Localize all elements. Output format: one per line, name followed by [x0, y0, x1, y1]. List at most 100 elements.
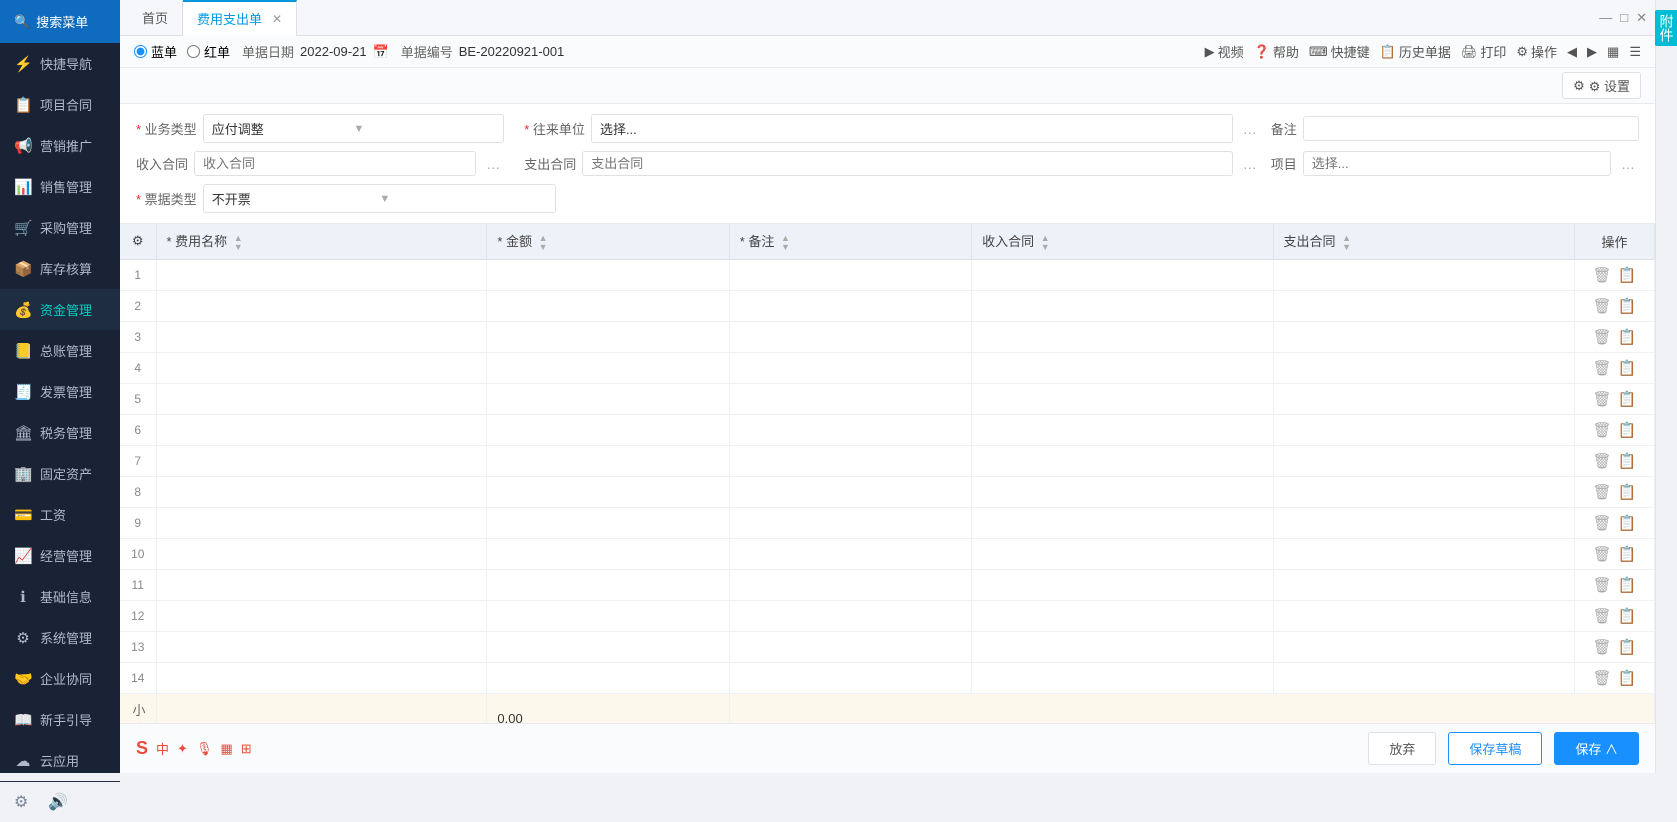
cell-note[interactable]	[729, 662, 971, 693]
cell-expense-name[interactable]	[156, 600, 487, 631]
cell-income-contract[interactable]	[972, 414, 1273, 445]
sidebar-item-payroll[interactable]: 💳工资	[0, 494, 120, 535]
cell-amount[interactable]	[487, 538, 729, 569]
col-note-sort[interactable]: ▲▼	[781, 234, 790, 252]
nav-prev[interactable]: ◀	[1567, 44, 1577, 60]
copy-icon[interactable]: 📋	[1618, 390, 1637, 408]
cell-expense-contract[interactable]	[1273, 476, 1574, 507]
cell-amount[interactable]	[487, 662, 729, 693]
delete-icon[interactable]: 🗑	[1593, 669, 1612, 687]
expense-contract-input[interactable]	[582, 151, 1232, 176]
sidebar-item-quick-nav[interactable]: ⚡快捷导航	[0, 43, 120, 84]
cell-note[interactable]	[729, 600, 971, 631]
window-maximize[interactable]: □	[1620, 10, 1628, 26]
window-close[interactable]: ✕	[1636, 10, 1647, 26]
sidebar-item-capital[interactable]: 💰资金管理	[0, 289, 120, 330]
partner-select[interactable]: 选择...	[591, 114, 1233, 143]
cell-amount[interactable]	[487, 414, 729, 445]
business-type-select[interactable]: 应付调整 ▼	[203, 114, 505, 143]
copy-icon[interactable]: 📋	[1618, 514, 1637, 532]
radio-red[interactable]: 红单	[187, 42, 230, 61]
cell-amount[interactable]	[487, 507, 729, 538]
copy-icon[interactable]: 📋	[1618, 266, 1637, 284]
cell-expense-name[interactable]	[156, 569, 487, 600]
cell-note[interactable]	[729, 507, 971, 538]
tab-home[interactable]: 首页	[128, 0, 183, 36]
cell-expense-contract[interactable]	[1273, 600, 1574, 631]
delete-icon[interactable]: 🗑	[1593, 514, 1612, 532]
action-help[interactable]: ❓ 帮助	[1254, 42, 1299, 61]
cell-amount[interactable]	[487, 569, 729, 600]
copy-icon[interactable]: 📋	[1618, 359, 1637, 377]
cell-amount[interactable]	[487, 383, 729, 414]
delete-icon[interactable]: 🗑	[1593, 452, 1612, 470]
cell-note[interactable]	[729, 290, 971, 321]
sidebar-item-system[interactable]: ⚙系统管理	[0, 617, 120, 658]
discard-button[interactable]: 放弃	[1368, 732, 1436, 765]
sidebar-item-marketing[interactable]: 📢营销推广	[0, 125, 120, 166]
cell-expense-contract[interactable]	[1273, 414, 1574, 445]
cell-amount[interactable]	[487, 445, 729, 476]
cell-note[interactable]	[729, 445, 971, 476]
copy-icon[interactable]: 📋	[1618, 545, 1637, 563]
expense-contract-more[interactable]: …	[1239, 156, 1261, 172]
cell-amount[interactable]	[487, 259, 729, 290]
cell-expense-name[interactable]	[156, 290, 487, 321]
cell-expense-contract[interactable]	[1273, 445, 1574, 476]
copy-icon[interactable]: 📋	[1618, 452, 1637, 470]
sound-icon[interactable]: 🔊	[48, 792, 68, 812]
cell-expense-contract[interactable]	[1273, 259, 1574, 290]
sidebar-item-enterprise[interactable]: 🤝企业协同	[0, 658, 120, 699]
cell-income-contract[interactable]	[972, 662, 1273, 693]
cell-expense-contract[interactable]	[1273, 352, 1574, 383]
sidebar-search[interactable]: 🔍 搜索菜单	[0, 0, 120, 43]
cell-expense-contract[interactable]	[1273, 538, 1574, 569]
delete-icon[interactable]: 🗑	[1593, 266, 1612, 284]
copy-icon[interactable]: 📋	[1618, 328, 1637, 346]
cell-note[interactable]	[729, 631, 971, 662]
sidebar-item-guide[interactable]: 📖新手引导	[0, 699, 120, 740]
delete-icon[interactable]: 🗑	[1593, 421, 1612, 439]
delete-icon[interactable]: 🗑	[1593, 607, 1612, 625]
window-minimize[interactable]: —	[1599, 10, 1612, 26]
cell-note[interactable]	[729, 538, 971, 569]
col-amount-sort[interactable]: ▲▼	[539, 234, 548, 252]
cell-expense-name[interactable]	[156, 445, 487, 476]
cell-amount[interactable]	[487, 476, 729, 507]
sidebar-item-cloud-app[interactable]: ☁云应用	[0, 740, 120, 781]
cell-expense-name[interactable]	[156, 352, 487, 383]
invoice-type-select[interactable]: 不开票 ▼	[203, 184, 556, 213]
cell-income-contract[interactable]	[972, 631, 1273, 662]
cell-expense-name[interactable]	[156, 383, 487, 414]
cell-expense-contract[interactable]	[1273, 507, 1574, 538]
view-list[interactable]: ☰	[1629, 44, 1641, 60]
settings-button[interactable]: ⚙ ⚙ 设置	[1562, 72, 1641, 99]
delete-icon[interactable]: 🗑	[1593, 390, 1612, 408]
cell-note[interactable]	[729, 569, 971, 600]
cell-income-contract[interactable]	[972, 352, 1273, 383]
save-button[interactable]: 保存 ∧	[1554, 732, 1639, 765]
cell-expense-name[interactable]	[156, 662, 487, 693]
income-contract-more[interactable]: …	[482, 156, 504, 172]
cell-expense-contract[interactable]	[1273, 383, 1574, 414]
sidebar-item-project-contract[interactable]: 📋项目合同	[0, 84, 120, 125]
number-value[interactable]: BE-20220921-001	[459, 44, 565, 59]
cell-income-contract[interactable]	[972, 600, 1273, 631]
radio-blue[interactable]: 蓝单	[134, 42, 177, 61]
copy-icon[interactable]: 📋	[1618, 297, 1637, 315]
cell-expense-name[interactable]	[156, 414, 487, 445]
copy-icon[interactable]: 📋	[1618, 483, 1637, 501]
cell-expense-name[interactable]	[156, 507, 487, 538]
copy-icon[interactable]: 📋	[1618, 576, 1637, 594]
action-shortcut[interactable]: ⌨ 快捷键	[1309, 42, 1370, 61]
cell-expense-name[interactable]	[156, 321, 487, 352]
cell-amount[interactable]	[487, 631, 729, 662]
cell-expense-contract[interactable]	[1273, 569, 1574, 600]
action-operate[interactable]: ⚙ 操作	[1516, 42, 1557, 61]
sidebar-item-invoice[interactable]: 🧾发票管理	[0, 371, 120, 412]
sidebar-item-accounting[interactable]: 📒总账管理	[0, 330, 120, 371]
cell-expense-contract[interactable]	[1273, 321, 1574, 352]
cell-income-contract[interactable]	[972, 290, 1273, 321]
delete-icon[interactable]: 🗑	[1593, 297, 1612, 315]
partner-more[interactable]: …	[1239, 121, 1261, 137]
